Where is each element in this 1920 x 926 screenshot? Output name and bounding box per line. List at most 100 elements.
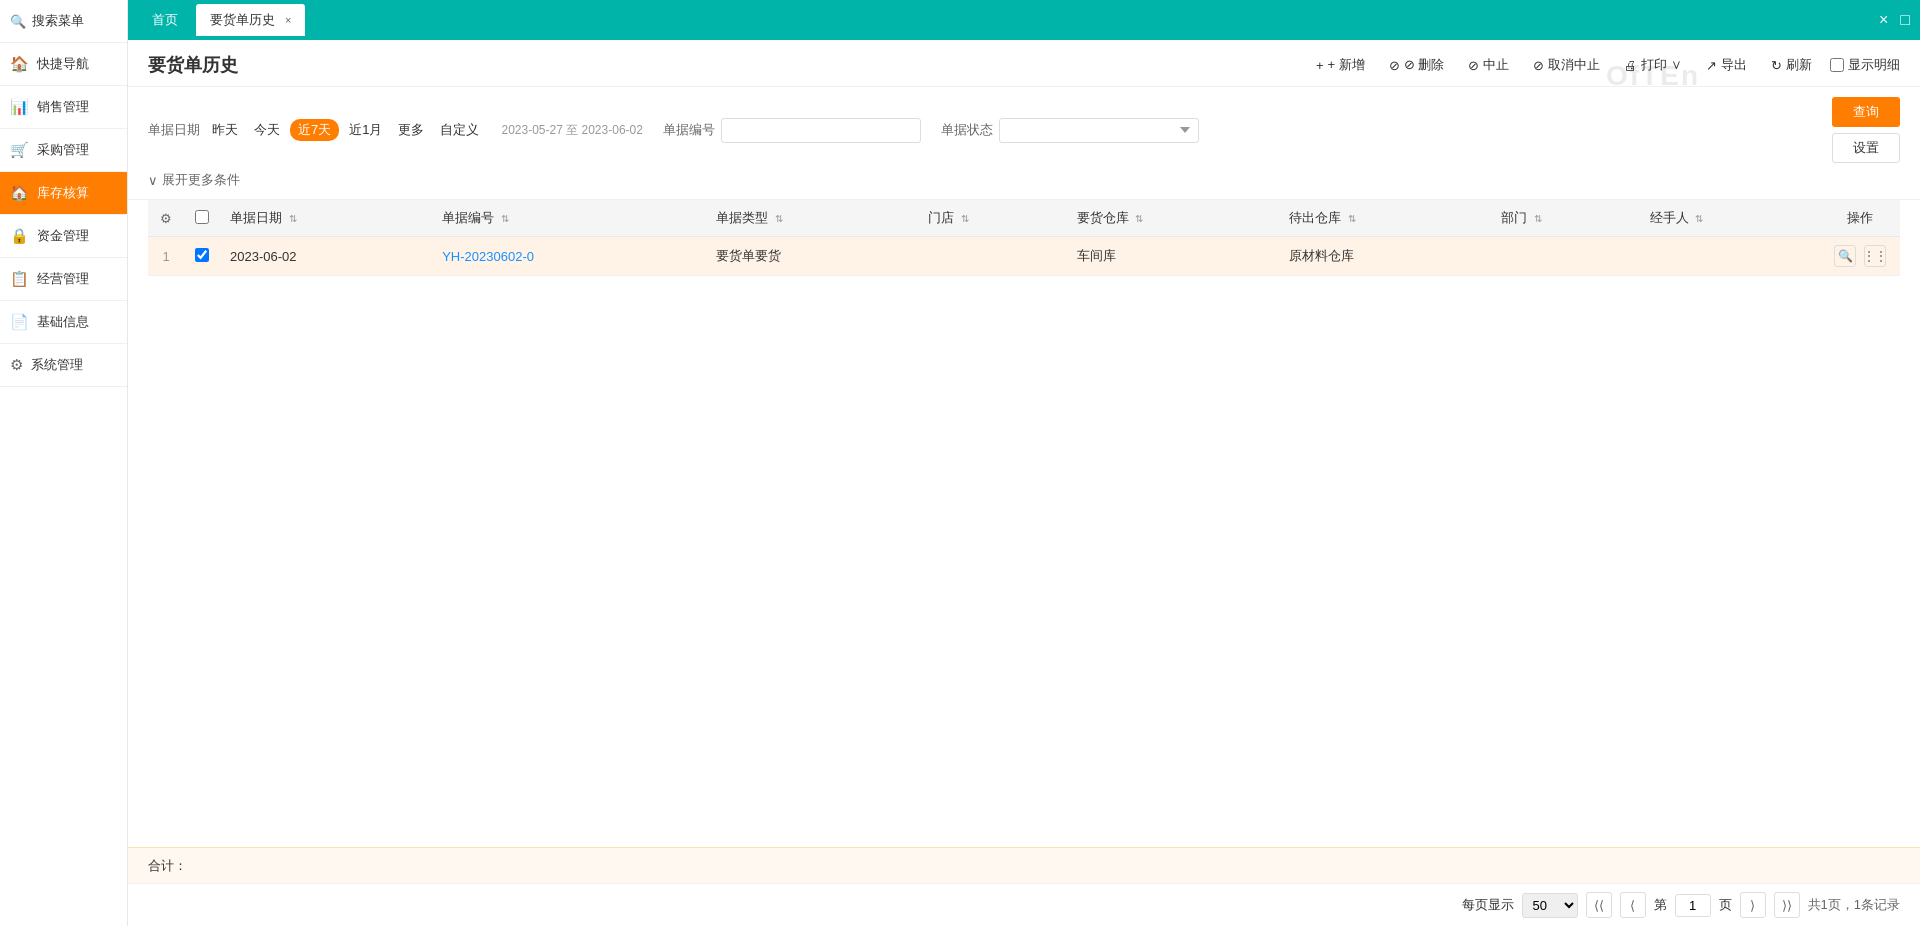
row-order-no: YH-20230602-0 bbox=[432, 237, 706, 276]
table-col-department: 部门 ⇅ bbox=[1491, 200, 1640, 237]
page-size-select[interactable]: 50 10 20 100 bbox=[1522, 893, 1578, 918]
sidebar-item-shortcut[interactable]: 🏠 快捷导航 bbox=[0, 43, 127, 86]
date-filter-label: 单据日期 bbox=[148, 121, 200, 139]
table-col-checkbox bbox=[184, 200, 220, 237]
page-next-btn[interactable]: ⟩ bbox=[1740, 892, 1766, 918]
date-option-7days[interactable]: 近7天 bbox=[290, 119, 339, 141]
sidebar-item-label: 资金管理 bbox=[37, 227, 89, 245]
row-checkbox[interactable] bbox=[195, 248, 209, 262]
page-last-btn[interactable]: ⟩⟩ bbox=[1774, 892, 1800, 918]
row-index: 1 bbox=[148, 237, 184, 276]
sidebar-item-system[interactable]: ⚙ 系统管理 bbox=[0, 344, 127, 387]
sidebar-item-label: 快捷导航 bbox=[37, 55, 89, 73]
row-department bbox=[1491, 237, 1640, 276]
export-icon: ↗ bbox=[1706, 58, 1717, 73]
sidebar-item-basic[interactable]: 📄 基础信息 bbox=[0, 301, 127, 344]
system-icon: ⚙ bbox=[10, 356, 23, 374]
search-icon: 🔍 bbox=[10, 14, 26, 29]
row-edit-btn[interactable]: ⋮⋮ bbox=[1864, 245, 1886, 267]
table-col-type: 单据类型 ⇅ bbox=[706, 200, 918, 237]
status-select[interactable] bbox=[999, 118, 1199, 143]
date-option-today[interactable]: 今天 bbox=[248, 119, 286, 141]
sidebar-item-label: 库存核算 bbox=[37, 184, 89, 202]
sidebar-item-label: 基础信息 bbox=[37, 313, 89, 331]
stop-button[interactable]: ⊘ 中止 bbox=[1462, 52, 1515, 78]
order-no-filter: 单据编号 bbox=[663, 118, 921, 143]
sidebar-search-label: 搜索菜单 bbox=[32, 12, 84, 30]
toolbar: + + 新增 ⊘ ⊘ 删除 ⊘ 中止 ⊘ 取消中止 🖨 打印 ∨ bbox=[1310, 52, 1900, 78]
page-number-input[interactable] bbox=[1675, 894, 1711, 917]
select-all-checkbox[interactable] bbox=[195, 210, 209, 224]
sidebar-search[interactable]: 🔍 搜索菜单 bbox=[0, 0, 127, 43]
inventory-icon: 🏠 bbox=[10, 184, 29, 202]
table-container: ⚙ 单据日期 ⇅ 单据编号 ⇅ 单据类型 ⇅ 门店 ⇅ 要货仓库 ⇅ 待出仓库 … bbox=[128, 200, 1920, 847]
table-col-req-warehouse: 要货仓库 ⇅ bbox=[1067, 200, 1279, 237]
page-prev-btn[interactable]: ⟨ bbox=[1620, 892, 1646, 918]
display-detail-label: 显示明细 bbox=[1848, 56, 1900, 74]
window-maximize-icon[interactable]: □ bbox=[1900, 11, 1910, 29]
data-table: ⚙ 单据日期 ⇅ 单据编号 ⇅ 单据类型 ⇅ 门店 ⇅ 要货仓库 ⇅ 待出仓库 … bbox=[148, 200, 1900, 276]
content-area: 要货单历史 + + 新增 ⊘ ⊘ 删除 ⊘ 中止 ⊘ 取消中止 bbox=[128, 40, 1920, 926]
purchase-icon: 🛒 bbox=[10, 141, 29, 159]
table-col-settings[interactable]: ⚙ bbox=[148, 200, 184, 237]
refresh-button[interactable]: ↻ 刷新 bbox=[1765, 52, 1818, 78]
page-label2: 页 bbox=[1719, 896, 1732, 914]
table-col-handler: 经手人 ⇅ bbox=[1640, 200, 1820, 237]
order-no-label: 单据编号 bbox=[663, 121, 715, 139]
sidebar-item-inventory[interactable]: 🏠 库存核算 bbox=[0, 172, 127, 215]
sales-icon: 📊 bbox=[10, 98, 29, 116]
print-button[interactable]: 🖨 打印 ∨ bbox=[1618, 52, 1688, 78]
row-checkbox-cell bbox=[184, 237, 220, 276]
table-row: 1 2023-06-02 YH-20230602-0 要货单要货 车间库 原材料… bbox=[148, 237, 1900, 276]
row-actions: 🔍 ⋮⋮ bbox=[1820, 237, 1900, 276]
date-filter: 单据日期 昨天 今天 近7天 近1月 更多 自定义 2023-05-27 至 2… bbox=[148, 119, 643, 141]
tab-active[interactable]: 要货单历史 × bbox=[196, 4, 305, 36]
page-first-btn[interactable]: ⟨⟨ bbox=[1586, 892, 1612, 918]
display-detail-toggle[interactable]: 显示明细 bbox=[1830, 56, 1900, 74]
cancel-stop-button[interactable]: ⊘ 取消中止 bbox=[1527, 52, 1606, 78]
query-button[interactable]: 查询 bbox=[1832, 97, 1900, 127]
total-info: 共1页，1条记录 bbox=[1808, 896, 1900, 914]
new-button[interactable]: + + 新增 bbox=[1310, 52, 1371, 78]
basic-icon: 📄 bbox=[10, 313, 29, 331]
tab-home-label: 首页 bbox=[152, 11, 178, 29]
status-label: 单据状态 bbox=[941, 121, 993, 139]
tab-active-label: 要货单历史 bbox=[210, 11, 275, 29]
tab-home[interactable]: 首页 bbox=[138, 4, 192, 36]
sidebar-item-sales[interactable]: 📊 销售管理 bbox=[0, 86, 127, 129]
sidebar-item-label: 销售管理 bbox=[37, 98, 89, 116]
page-header: 要货单历史 + + 新增 ⊘ ⊘ 删除 ⊘ 中止 ⊘ 取消中止 bbox=[128, 40, 1920, 87]
new-icon: + bbox=[1316, 58, 1324, 73]
window-close-icon[interactable]: × bbox=[1879, 11, 1888, 29]
status-filter: 单据状态 bbox=[941, 118, 1199, 143]
order-no-input[interactable] bbox=[721, 118, 921, 143]
row-handler bbox=[1640, 237, 1820, 276]
table-col-date: 单据日期 ⇅ bbox=[220, 200, 432, 237]
date-option-more[interactable]: 更多 bbox=[392, 119, 430, 141]
sidebar-item-finance[interactable]: 🔒 资金管理 bbox=[0, 215, 127, 258]
row-req-warehouse: 车间库 bbox=[1067, 237, 1279, 276]
sidebar-item-purchase[interactable]: 🛒 采购管理 bbox=[0, 129, 127, 172]
expand-icon: ∨ bbox=[148, 173, 158, 188]
table-col-order-no: 单据编号 ⇅ bbox=[432, 200, 706, 237]
date-option-yesterday[interactable]: 昨天 bbox=[206, 119, 244, 141]
display-detail-checkbox[interactable] bbox=[1830, 58, 1844, 72]
sidebar: 🔍 搜索菜单 🏠 快捷导航 📊 销售管理 🛒 采购管理 🏠 库存核算 🔒 资金管… bbox=[0, 0, 128, 926]
date-option-1month[interactable]: 近1月 bbox=[343, 119, 388, 141]
expand-more-btn[interactable]: ∨ 展开更多条件 bbox=[148, 171, 1900, 189]
summary-label: 合计： bbox=[148, 857, 187, 875]
table-body: 1 2023-06-02 YH-20230602-0 要货单要货 车间库 原材料… bbox=[148, 237, 1900, 276]
refresh-icon: ↻ bbox=[1771, 58, 1782, 73]
row-view-btn[interactable]: 🔍 bbox=[1834, 245, 1856, 267]
print-icon: 🖨 bbox=[1624, 58, 1637, 73]
export-button[interactable]: ↗ 导出 bbox=[1700, 52, 1753, 78]
expand-label: 展开更多条件 bbox=[162, 171, 240, 189]
date-option-custom[interactable]: 自定义 bbox=[434, 119, 485, 141]
delete-button[interactable]: ⊘ ⊘ 删除 bbox=[1383, 52, 1451, 78]
tab-close-icon[interactable]: × bbox=[285, 14, 291, 26]
order-no-link[interactable]: YH-20230602-0 bbox=[442, 249, 534, 264]
sidebar-item-label: 经营管理 bbox=[37, 270, 89, 288]
sidebar-item-operations[interactable]: 📋 经营管理 bbox=[0, 258, 127, 301]
page-title: 要货单历史 bbox=[148, 53, 238, 77]
settings-button[interactable]: 设置 bbox=[1832, 133, 1900, 163]
